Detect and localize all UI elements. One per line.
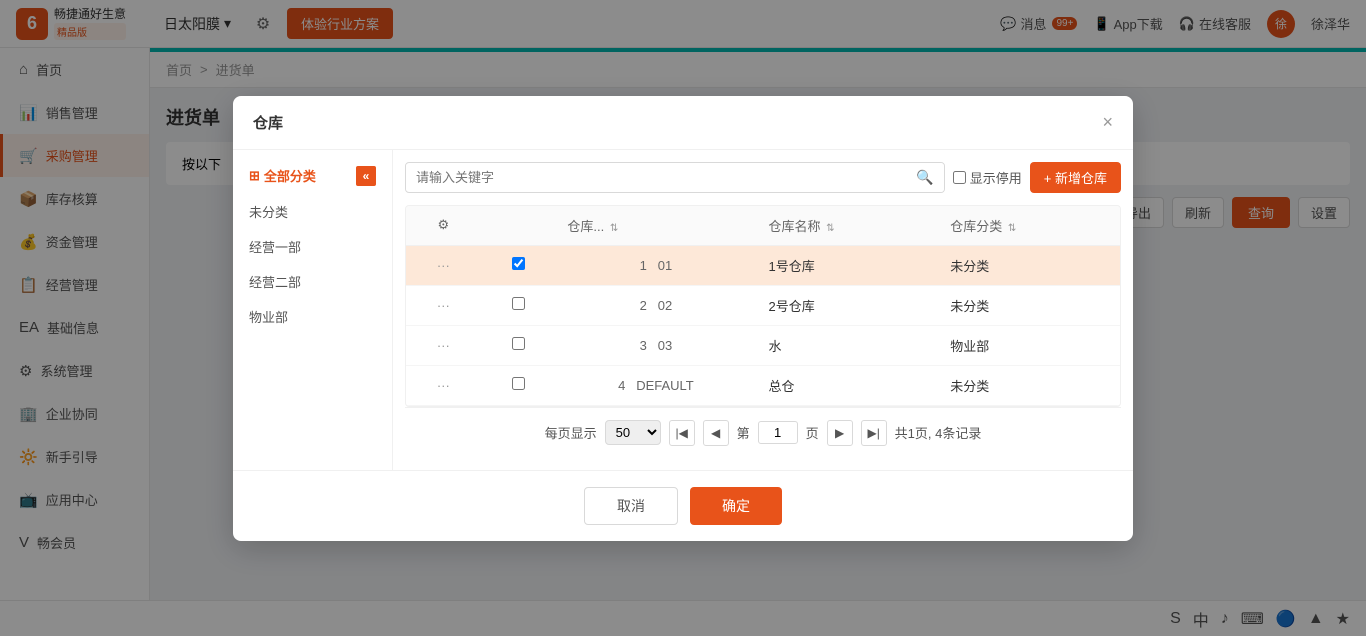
cell-name: 水 bbox=[757, 325, 939, 365]
confirm-button[interactable]: 确定 bbox=[690, 487, 782, 525]
cell-checkbox bbox=[481, 245, 556, 285]
search-input[interactable] bbox=[406, 164, 906, 191]
search-box: 🔍 bbox=[405, 162, 945, 193]
row-checkbox[interactable] bbox=[512, 297, 525, 310]
category-item-ops2[interactable]: 经营二部 bbox=[233, 264, 392, 299]
show-disabled-text: 显示停用 bbox=[970, 168, 1022, 187]
row-checkbox[interactable] bbox=[512, 377, 525, 390]
pagination: 每页显示 50 100 200 |◀ ◀ 第 页 ▶ ▶| 共1页, 4条记录 bbox=[405, 407, 1121, 458]
cell-actions: ··· bbox=[406, 365, 481, 405]
modal-title: 仓库 bbox=[253, 112, 283, 133]
table-body: ··· 1 01 1号仓库 未分类 ··· 2 02 2号仓库 未分类 ··· … bbox=[406, 245, 1120, 405]
modal-body: ⊞ 全部分类 « 未分类经营一部经营二部物业部 🔍 显示停用 bbox=[233, 150, 1133, 470]
cell-actions: ··· bbox=[406, 245, 481, 285]
row-actions-icon[interactable]: ··· bbox=[437, 258, 450, 273]
th-category: 仓库分类 ⇅ bbox=[938, 206, 1120, 246]
add-warehouse-button[interactable]: + 新增仓库 bbox=[1030, 162, 1121, 193]
total-info: 共1页, 4条记录 bbox=[895, 423, 982, 442]
table: ⚙ 仓库... ⇅ 仓库名称 ⇅ 仓库分类 ⇅ ··· 1 01 1号仓库 bbox=[406, 206, 1120, 406]
first-page-button[interactable]: |◀ bbox=[669, 420, 695, 446]
category-item-property[interactable]: 物业部 bbox=[233, 299, 392, 334]
page-number-input[interactable] bbox=[758, 421, 798, 444]
th-checkbox bbox=[481, 206, 556, 246]
th-name: 仓库名称 ⇅ bbox=[757, 206, 939, 246]
category-all-label: 全部分类 bbox=[264, 166, 316, 185]
page-label: 页 bbox=[806, 423, 819, 442]
cell-num: 1 01 bbox=[555, 245, 756, 285]
cell-category: 未分类 bbox=[938, 365, 1120, 405]
prev-page-button[interactable]: ◀ bbox=[703, 420, 729, 446]
table-row[interactable]: ··· 1 01 1号仓库 未分类 bbox=[406, 245, 1120, 285]
row-actions-icon[interactable]: ··· bbox=[437, 338, 450, 353]
warehouse-panel: 🔍 显示停用 + 新增仓库 ⚙ bbox=[393, 150, 1133, 470]
cell-category: 未分类 bbox=[938, 245, 1120, 285]
table-header: ⚙ 仓库... ⇅ 仓库名称 ⇅ 仓库分类 ⇅ bbox=[406, 206, 1120, 246]
cell-name: 总仓 bbox=[757, 365, 939, 405]
th-settings: ⚙ bbox=[406, 206, 481, 246]
table-row[interactable]: ··· 4 DEFAULT 总仓 未分类 bbox=[406, 365, 1120, 405]
modal-footer: 取消 确定 bbox=[233, 470, 1133, 541]
cell-checkbox bbox=[481, 285, 556, 325]
warehouse-modal: 仓库 × ⊞ 全部分类 « 未分类经营一部经营二部物业部 🔍 bbox=[233, 96, 1133, 541]
cell-category: 未分类 bbox=[938, 285, 1120, 325]
cell-category: 物业部 bbox=[938, 325, 1120, 365]
modal-close-button[interactable]: × bbox=[1102, 113, 1113, 131]
table-row[interactable]: ··· 3 03 水 物业部 bbox=[406, 325, 1120, 365]
th-code: 仓库... ⇅ bbox=[555, 206, 756, 246]
cell-checkbox bbox=[481, 365, 556, 405]
page-label-pre: 第 bbox=[737, 423, 750, 442]
per-page-select[interactable]: 50 100 200 bbox=[605, 420, 661, 445]
modal-header: 仓库 × bbox=[233, 96, 1133, 150]
search-icon[interactable]: 🔍 bbox=[906, 163, 943, 192]
cell-num: 4 DEFAULT bbox=[555, 365, 756, 405]
table-row[interactable]: ··· 2 02 2号仓库 未分类 bbox=[406, 285, 1120, 325]
grid-icon: ⊞ bbox=[249, 168, 260, 184]
show-disabled-checkbox[interactable] bbox=[953, 171, 966, 184]
cell-name: 2号仓库 bbox=[757, 285, 939, 325]
next-page-button[interactable]: ▶ bbox=[827, 420, 853, 446]
show-disabled-label[interactable]: 显示停用 bbox=[953, 168, 1022, 187]
last-page-button[interactable]: ▶| bbox=[861, 420, 887, 446]
row-checkbox[interactable] bbox=[512, 337, 525, 350]
row-actions-icon[interactable]: ··· bbox=[437, 378, 450, 393]
category-panel: ⊞ 全部分类 « 未分类经营一部经营二部物业部 bbox=[233, 150, 393, 470]
category-item-uncategorized[interactable]: 未分类 bbox=[233, 194, 392, 229]
warehouse-toolbar: 🔍 显示停用 + 新增仓库 bbox=[405, 162, 1121, 193]
collapse-button[interactable]: « bbox=[356, 166, 376, 186]
cell-actions: ··· bbox=[406, 285, 481, 325]
cell-name: 1号仓库 bbox=[757, 245, 939, 285]
cell-num: 3 03 bbox=[555, 325, 756, 365]
cell-actions: ··· bbox=[406, 325, 481, 365]
row-checkbox[interactable] bbox=[512, 257, 525, 270]
category-all-item[interactable]: ⊞ 全部分类 « bbox=[233, 158, 392, 194]
per-page-label: 每页显示 bbox=[545, 423, 597, 442]
category-item-ops1[interactable]: 经营一部 bbox=[233, 229, 392, 264]
cell-checkbox bbox=[481, 325, 556, 365]
warehouse-table: ⚙ 仓库... ⇅ 仓库名称 ⇅ 仓库分类 ⇅ ··· 1 01 1号仓库 bbox=[405, 205, 1121, 407]
modal-overlay: 仓库 × ⊞ 全部分类 « 未分类经营一部经营二部物业部 🔍 bbox=[0, 0, 1366, 636]
row-actions-icon[interactable]: ··· bbox=[437, 298, 450, 313]
cell-num: 2 02 bbox=[555, 285, 756, 325]
cancel-button[interactable]: 取消 bbox=[584, 487, 678, 525]
